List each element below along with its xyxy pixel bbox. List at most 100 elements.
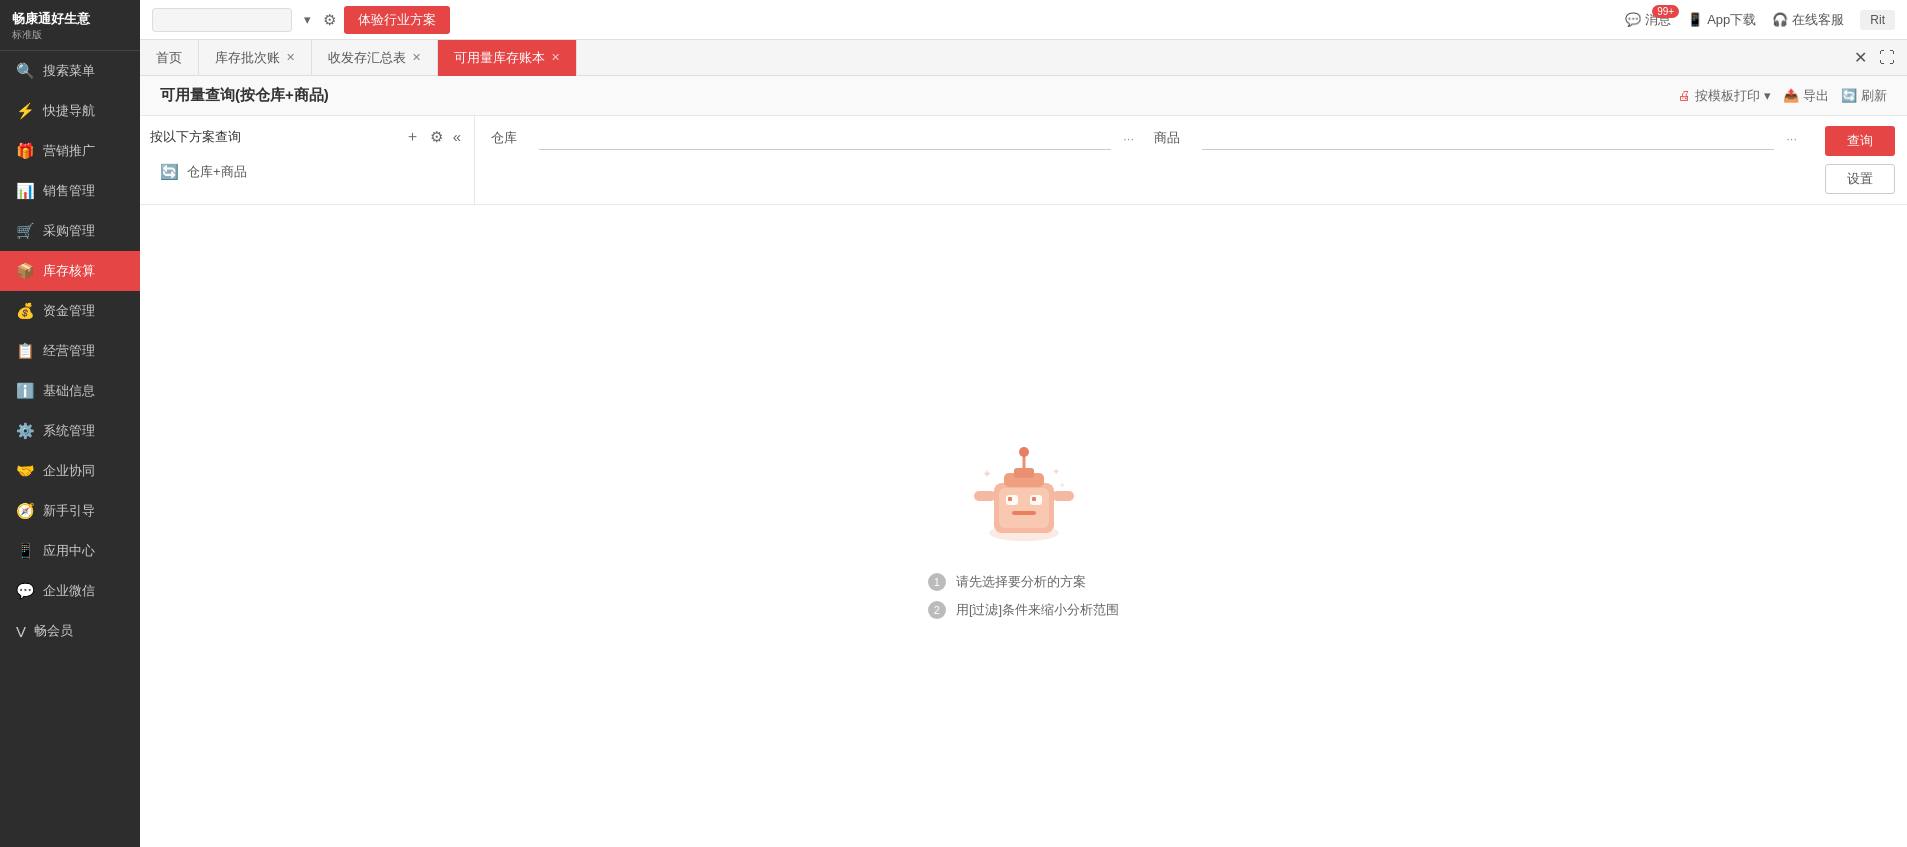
product-field: 商品 ··· xyxy=(1154,126,1801,150)
print-template-button[interactable]: 🖨 按模板打印 ▾ xyxy=(1678,87,1771,105)
user-menu[interactable]: Rit xyxy=(1860,10,1895,30)
scheme-item-icon: 🔄 xyxy=(160,163,179,181)
tab-available-account[interactable]: 可用量库存账本 ✕ xyxy=(438,40,577,76)
collapse-scheme-button[interactable]: « xyxy=(450,126,464,147)
search-input[interactable] xyxy=(152,8,292,32)
service-icon: 🎧 xyxy=(1772,12,1788,27)
settings-button[interactable]: 设置 xyxy=(1825,164,1895,194)
service-label: 在线客服 xyxy=(1792,11,1844,29)
sidebar-icon-inventory: 📦 xyxy=(16,262,35,280)
query-area: 按以下方案查询 ＋ ⚙ « 🔄 仓库+商品 仓库 xyxy=(140,116,1907,205)
sidebar-item-newbie[interactable]: 🧭 新手引导 xyxy=(0,491,140,531)
sidebar: 畅康通好生意 标准版 🔍 搜索菜单 ⚡ 快捷导航 🎁 营销推广 📊 销售管理 🛒… xyxy=(0,0,140,847)
refresh-icon: 🔄 xyxy=(1841,88,1857,103)
tab-label-home: 首页 xyxy=(156,49,182,67)
tip-number-2: 2 xyxy=(928,601,946,619)
sidebar-icon-search: 🔍 xyxy=(16,62,35,80)
export-button[interactable]: 📤 导出 xyxy=(1783,87,1829,105)
tab-home[interactable]: 首页 xyxy=(140,40,199,76)
query-fields-panel: 仓库 ··· 商品 ··· xyxy=(475,116,1817,204)
settings-scheme-button[interactable]: ⚙ xyxy=(427,126,446,147)
tip-text-2: 用[过滤]条件来缩小分析范围 xyxy=(956,601,1119,619)
empty-state: ✦ ✦ ✦ 1 请先选择要分析的方案 2 用[过滤]条件来缩小分析范围 xyxy=(140,205,1907,847)
svg-rect-12 xyxy=(974,491,996,501)
main-area: ▾ ⚙ 体验行业方案 💬 消息 99+ 📱 App下载 🎧 在线客服 Rit 首 xyxy=(140,0,1907,847)
sidebar-item-wechat[interactable]: 💬 企业微信 xyxy=(0,571,140,611)
tab-collect-account[interactable]: 收发存汇总表✕ xyxy=(312,40,438,76)
empty-tips: 1 请先选择要分析的方案 2 用[过滤]条件来缩小分析范围 xyxy=(928,573,1119,619)
empty-tip-2: 2 用[过滤]条件来缩小分析范围 xyxy=(928,601,1119,619)
sidebar-item-enterprise[interactable]: 🤝 企业协同 xyxy=(0,451,140,491)
print-label: 按模板打印 xyxy=(1695,87,1760,105)
sidebar-label-marketing-promo: 营销推广 xyxy=(43,142,95,160)
app-download-button[interactable]: 📱 App下载 xyxy=(1687,11,1756,29)
sidebar-icon-marketing-promo: 🎁 xyxy=(16,142,35,160)
maximize-button[interactable]: ⛶ xyxy=(1875,45,1899,71)
empty-illustration: ✦ ✦ ✦ xyxy=(964,433,1084,553)
sidebar-item-inventory[interactable]: 📦 库存核算 xyxy=(0,251,140,291)
tip-text-1: 请先选择要分析的方案 xyxy=(956,573,1086,591)
svg-text:✦: ✦ xyxy=(1052,466,1060,477)
online-service-button[interactable]: 🎧 在线客服 xyxy=(1772,11,1844,29)
query-action-panel: 查询 设置 xyxy=(1817,116,1907,204)
sidebar-item-search[interactable]: 🔍 搜索菜单 xyxy=(0,51,140,91)
tab-close-batch-account[interactable]: ✕ xyxy=(286,51,295,64)
scheme-header-buttons: ＋ ⚙ « xyxy=(402,126,464,147)
product-label: 商品 xyxy=(1154,129,1194,147)
query-button[interactable]: 查询 xyxy=(1825,126,1895,156)
sidebar-label-wechat: 企业微信 xyxy=(43,582,95,600)
tab-close-available-account[interactable]: ✕ xyxy=(551,51,560,64)
sidebar-label-inventory: 库存核算 xyxy=(43,262,95,280)
sidebar-icon-purchase: 🛒 xyxy=(16,222,35,240)
product-more-button[interactable]: ··· xyxy=(1782,129,1801,148)
close-tab-button[interactable]: ✕ xyxy=(1850,44,1871,71)
user-name: Rit xyxy=(1870,13,1885,27)
sidebar-label-purchase: 采购管理 xyxy=(43,222,95,240)
tab-label-available-account: 可用量库存账本 xyxy=(454,49,545,67)
app-icon: 📱 xyxy=(1687,12,1703,27)
svg-text:✦: ✦ xyxy=(1059,481,1066,490)
empty-tip-1: 1 请先选择要分析的方案 xyxy=(928,573,1119,591)
sidebar-item-sales[interactable]: 📊 销售管理 xyxy=(0,171,140,211)
print-dropdown-icon: ▾ xyxy=(1764,88,1771,103)
sidebar-item-operations[interactable]: 📋 经营管理 xyxy=(0,331,140,371)
warehouse-field: 仓库 ··· xyxy=(491,126,1138,150)
sidebar-item-app-center[interactable]: 📱 应用中心 xyxy=(0,531,140,571)
sidebar-item-marketing-promo[interactable]: 🎁 营销推广 xyxy=(0,131,140,171)
sidebar-item-shortcut[interactable]: ⚡ 快捷导航 xyxy=(0,91,140,131)
sidebar-item-member[interactable]: V 畅会员 xyxy=(0,611,140,651)
sidebar-label-system: 系统管理 xyxy=(43,422,95,440)
sidebar-item-purchase[interactable]: 🛒 采购管理 xyxy=(0,211,140,251)
gear-icon-button[interactable]: ⚙ xyxy=(323,11,336,29)
scheme-item-warehouse-product[interactable]: 🔄 仓库+商品 xyxy=(150,155,464,189)
sidebar-icon-wechat: 💬 xyxy=(16,582,35,600)
warehouse-input[interactable] xyxy=(539,126,1111,150)
message-button[interactable]: 💬 消息 99+ xyxy=(1625,11,1671,29)
sidebar-icon-system: ⚙️ xyxy=(16,422,35,440)
industry-solution-button[interactable]: 体验行业方案 xyxy=(344,6,450,34)
sidebar-scroll: 🔍 搜索菜单 ⚡ 快捷导航 🎁 营销推广 📊 销售管理 🛒 采购管理 📦 库存核… xyxy=(0,51,140,847)
sidebar-logo: 畅康通好生意 标准版 xyxy=(0,0,140,51)
sidebar-item-system[interactable]: ⚙️ 系统管理 xyxy=(0,411,140,451)
add-scheme-button[interactable]: ＋ xyxy=(402,126,423,147)
tab-close-collect-account[interactable]: ✕ xyxy=(412,51,421,64)
tab-batch-account[interactable]: 库存批次账✕ xyxy=(199,40,312,76)
sidebar-label-operations: 经营管理 xyxy=(43,342,95,360)
sidebar-label-finance: 资金管理 xyxy=(43,302,95,320)
svg-rect-6 xyxy=(1032,497,1036,501)
warehouse-more-button[interactable]: ··· xyxy=(1119,129,1138,148)
dropdown-button[interactable]: ▾ xyxy=(300,10,315,29)
product-input[interactable] xyxy=(1202,126,1774,150)
page-title: 可用量查询(按仓库+商品) xyxy=(160,86,329,105)
scheme-header: 按以下方案查询 ＋ ⚙ « xyxy=(150,126,464,147)
sidebar-item-finance[interactable]: 💰 资金管理 xyxy=(0,291,140,331)
message-icon: 💬 xyxy=(1625,12,1641,27)
sidebar-item-basic-info[interactable]: ℹ️ 基础信息 xyxy=(0,371,140,411)
sidebar-label-search: 搜索菜单 xyxy=(43,62,95,80)
sidebar-icon-shortcut: ⚡ xyxy=(16,102,35,120)
sidebar-icon-app-center: 📱 xyxy=(16,542,35,560)
print-icon: 🖨 xyxy=(1678,88,1691,103)
topbar: ▾ ⚙ 体验行业方案 💬 消息 99+ 📱 App下载 🎧 在线客服 Rit xyxy=(140,0,1907,40)
sidebar-label-sales: 销售管理 xyxy=(43,182,95,200)
refresh-button[interactable]: 🔄 刷新 xyxy=(1841,87,1887,105)
